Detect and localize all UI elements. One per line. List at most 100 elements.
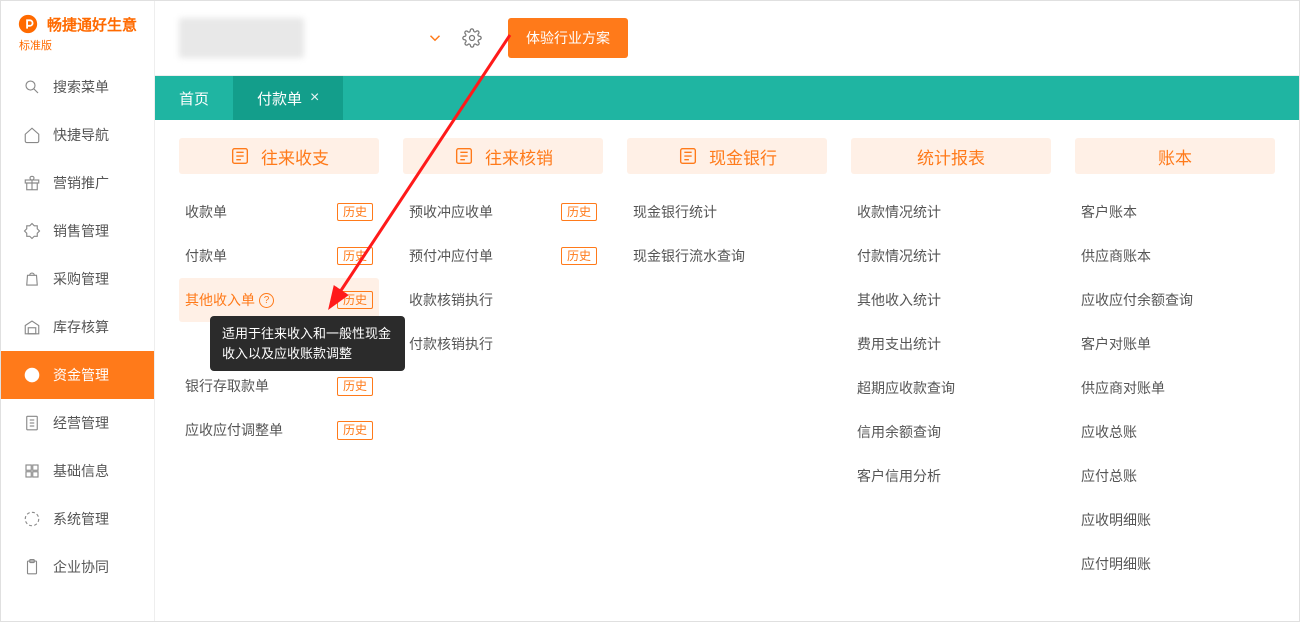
money-icon <box>23 366 41 384</box>
tooltip: 适用于往来收入和一般性现金收入以及应收账款调整 <box>210 316 405 371</box>
category-header: 往来核销 <box>403 138 603 174</box>
column: 往来核销预收冲应收单历史预付冲应付单 历史收款核销执行付款核销执行 <box>403 138 603 586</box>
menu-item[interactable]: 信用余额查询 <box>851 410 1051 454</box>
category-title: 现金银行 <box>709 144 777 169</box>
menu-item[interactable]: 收款情况统计 <box>851 190 1051 234</box>
menu-item-label: 客户账本 <box>1081 202 1137 222</box>
menu-item[interactable]: 费用支出统计 <box>851 322 1051 366</box>
category-header: 账本 <box>1075 138 1275 174</box>
menu-item-label: 应付明细账 <box>1081 554 1151 574</box>
column: 账本客户账本供应商账本应收应付余额查询客户对账单供应商对账单应收总账应付总账应收… <box>1075 138 1275 586</box>
category-icon <box>229 145 251 167</box>
menu-item[interactable]: 收款核销执行 <box>403 278 603 322</box>
menu-item[interactable]: 客户信用分析 <box>851 454 1051 498</box>
grid-icon <box>23 462 41 480</box>
nav: 搜索菜单快捷导航营销推广销售管理采购管理库存核算资金管理经营管理基础信息系统管理… <box>1 63 154 621</box>
gear-icon[interactable] <box>462 28 482 48</box>
nav-item-clipboard[interactable]: 企业协同 <box>1 543 154 591</box>
menu-item-label: 现金银行流水查询 <box>633 246 745 266</box>
warehouse-icon <box>23 318 41 336</box>
menu-item-label: 银行存取款单 <box>185 376 269 396</box>
main: 体验行业方案 首页付款单× 往来收支收款单历史付款单历史其他收入单?历史.历史银… <box>155 1 1299 621</box>
cycle-icon <box>23 510 41 528</box>
history-tag[interactable]: 历史 <box>561 247 597 265</box>
nav-label: 资金管理 <box>53 365 109 385</box>
history-tag[interactable]: 历史 <box>561 203 597 221</box>
tab-label: 付款单 <box>257 88 302 109</box>
menu-item-label: 收款核销执行 <box>409 290 493 310</box>
nav-item-search[interactable]: 搜索菜单 <box>1 63 154 111</box>
menu-item[interactable]: 现金银行统计 <box>627 190 827 234</box>
menu-item-label: 超期应收款查询 <box>857 378 955 398</box>
menu-item-label: 其他收入统计 <box>857 290 941 310</box>
cta-button[interactable]: 体验行业方案 <box>508 18 628 58</box>
menu-item-label: 客户对账单 <box>1081 334 1151 354</box>
category-title: 往来核销 <box>485 144 553 169</box>
menu-item[interactable]: 应收明细账 <box>1075 498 1275 542</box>
menu-item[interactable]: 客户账本 <box>1075 190 1275 234</box>
history-tag[interactable]: 历史 <box>337 377 373 395</box>
nav-item-gift[interactable]: 营销推广 <box>1 159 154 207</box>
nav-item-money[interactable]: 资金管理 <box>1 351 154 399</box>
menu-item[interactable]: 应付明细账 <box>1075 542 1275 586</box>
tab-label: 首页 <box>179 88 209 109</box>
menu-item-label: 预付冲应付单 <box>409 246 493 266</box>
menu-item[interactable]: 预收冲应收单历史 <box>403 190 603 234</box>
nav-item-sheet[interactable]: 经营管理 <box>1 399 154 447</box>
chevron-down-icon[interactable] <box>426 29 444 47</box>
nav-item-bag[interactable]: 采购管理 <box>1 255 154 303</box>
nav-item-grid[interactable]: 基础信息 <box>1 447 154 495</box>
logo-text: 畅捷通好生意 <box>47 14 137 35</box>
nav-item-badge[interactable]: 销售管理 <box>1 207 154 255</box>
menu-item[interactable]: 收款单历史 <box>179 190 379 234</box>
category-icon <box>677 145 699 167</box>
nav-label: 搜索菜单 <box>53 77 109 97</box>
menu-item[interactable]: 应付总账 <box>1075 454 1275 498</box>
close-icon[interactable]: × <box>310 89 319 107</box>
history-tag[interactable]: 历史 <box>337 291 373 309</box>
menu-item[interactable]: 供应商对账单 <box>1075 366 1275 410</box>
org-name-blurred <box>179 18 304 58</box>
tab[interactable]: 付款单 × <box>233 76 343 120</box>
menu-item-label: 现金银行统计 <box>633 202 717 222</box>
nav-label: 采购管理 <box>53 269 109 289</box>
sheet-icon <box>23 414 41 432</box>
category-header: 往来收支 <box>179 138 379 174</box>
menu-item[interactable]: 应收应付调整单 历史 <box>179 408 379 452</box>
category-header: 现金银行 <box>627 138 827 174</box>
history-tag[interactable]: 历史 <box>337 421 373 439</box>
category-header: 统计报表 <box>851 138 1051 174</box>
history-tag[interactable]: 历史 <box>337 203 373 221</box>
menu-item[interactable]: 预付冲应付单 历史 <box>403 234 603 278</box>
menu-item-label: 应收应付调整单 <box>185 420 283 440</box>
menu-item[interactable]: 供应商账本 <box>1075 234 1275 278</box>
category-title: 统计报表 <box>917 144 985 169</box>
menu-item-label: 付款情况统计 <box>857 246 941 266</box>
clipboard-icon <box>23 558 41 576</box>
menu-item[interactable]: 其他收入统计 <box>851 278 1051 322</box>
menu-item[interactable]: 付款单历史 <box>179 234 379 278</box>
nav-item-home[interactable]: 快捷导航 <box>1 111 154 159</box>
history-tag[interactable]: 历史 <box>337 247 373 265</box>
menu-item[interactable]: 现金银行流水查询 <box>627 234 827 278</box>
menu-item[interactable]: 应收总账 <box>1075 410 1275 454</box>
help-icon[interactable]: ? <box>259 293 274 308</box>
menu-item[interactable]: 超期应收款查询 <box>851 366 1051 410</box>
menu-item-label: 应收总账 <box>1081 422 1137 442</box>
menu-item[interactable]: 付款情况统计 <box>851 234 1051 278</box>
category-title: 账本 <box>1158 144 1192 169</box>
menu-item[interactable]: 付款核销执行 <box>403 322 603 366</box>
nav-item-cycle[interactable]: 系统管理 <box>1 495 154 543</box>
nav-item-warehouse[interactable]: 库存核算 <box>1 303 154 351</box>
tab[interactable]: 首页 <box>155 76 233 120</box>
nav-label: 营销推广 <box>53 173 109 193</box>
column: 现金银行现金银行统计现金银行流水查询 <box>627 138 827 586</box>
menu-item[interactable]: 应收应付余额查询 <box>1075 278 1275 322</box>
menu-item-label: 客户信用分析 <box>857 466 941 486</box>
menu-item-label: 其他收入单? <box>185 290 274 310</box>
topbar: 体验行业方案 <box>155 1 1299 76</box>
menu-item-label: 收款情况统计 <box>857 202 941 222</box>
category-icon <box>453 145 475 167</box>
menu-item[interactable]: 客户对账单 <box>1075 322 1275 366</box>
menu-item-label: 应收应付余额查询 <box>1081 290 1193 310</box>
